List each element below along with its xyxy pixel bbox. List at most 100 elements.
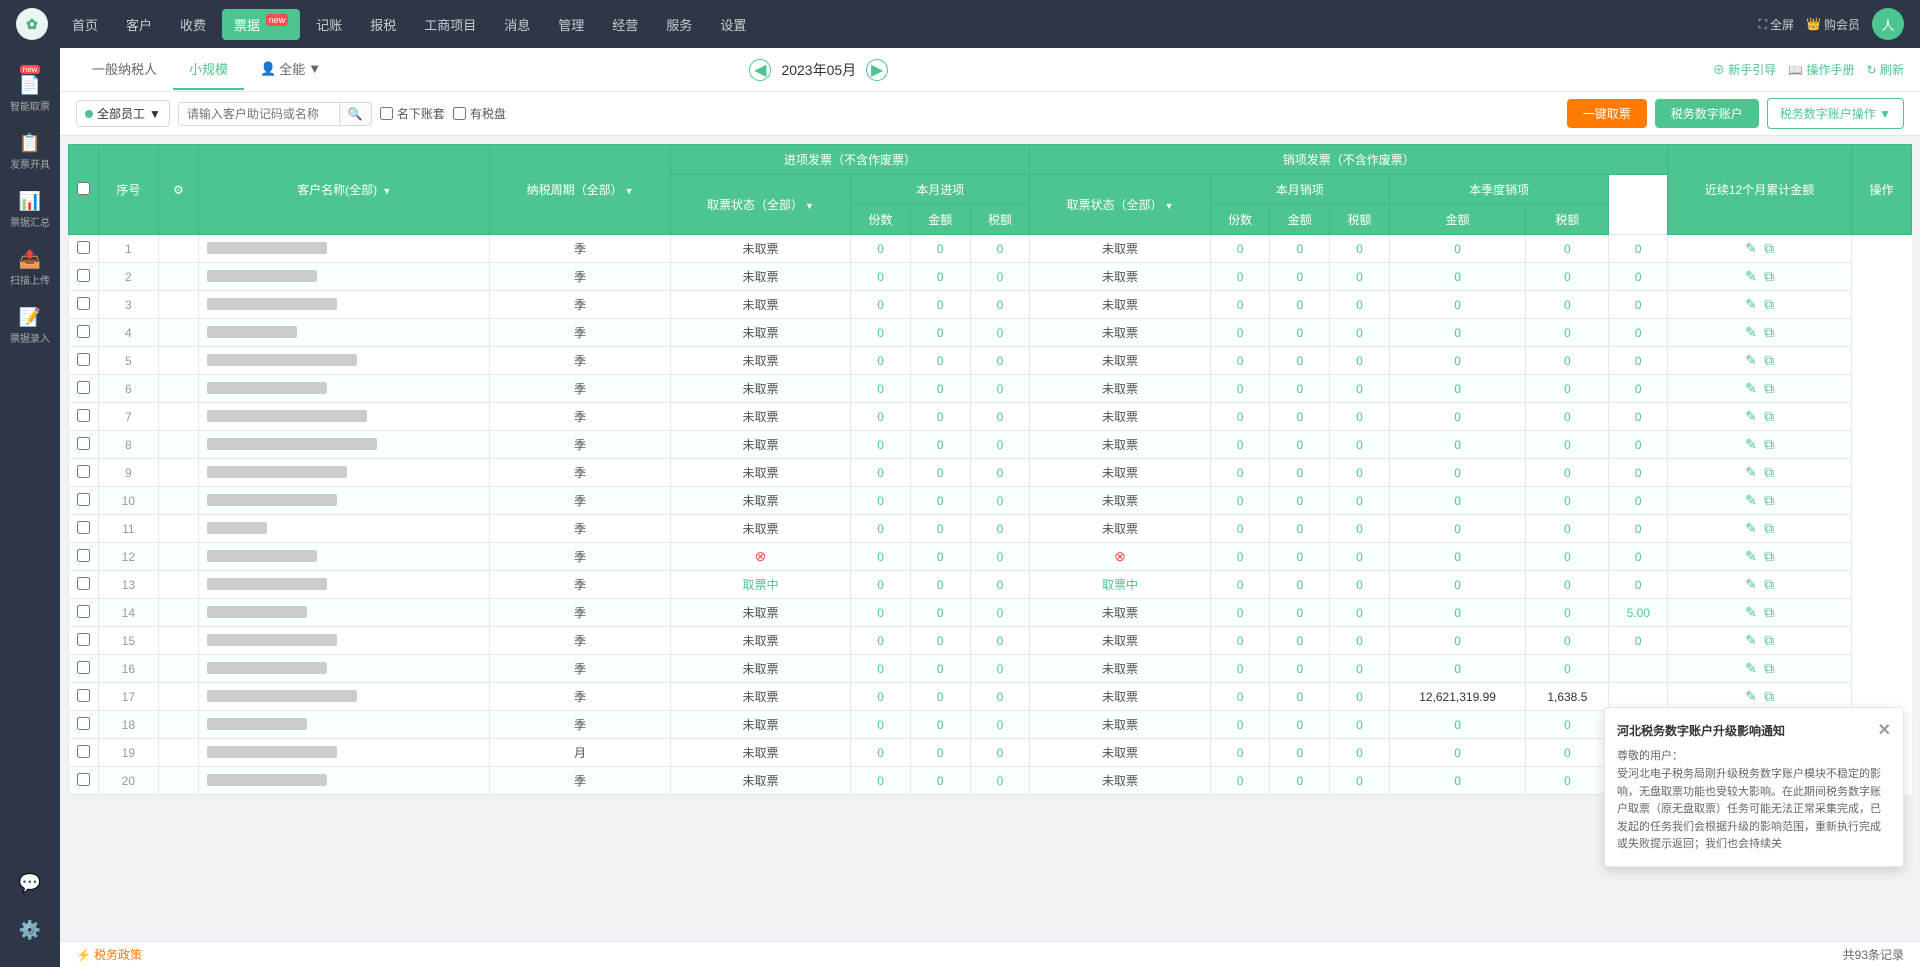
copy-button[interactable]: ⧉ [1764,604,1774,620]
cell-checkbox[interactable] [69,375,99,403]
select-all-checkbox[interactable] [77,182,90,195]
nav-message[interactable]: 消息 [492,9,542,40]
checkbox-sub-account-input[interactable] [380,107,393,120]
edit-button[interactable]: ✎ [1745,660,1757,676]
copy-button[interactable]: ⧉ [1764,632,1774,648]
oneclick-fetch-button[interactable]: 一键取票 [1567,99,1647,128]
th-out-fetch-status[interactable]: 取票状态（全部）▼ [1030,175,1210,235]
row-checkbox[interactable] [77,409,90,422]
copy-button[interactable]: ⧉ [1764,296,1774,312]
checkbox-has-taxdisk-input[interactable] [453,107,466,120]
row-checkbox[interactable] [77,465,90,478]
row-checkbox[interactable] [77,577,90,590]
cell-checkbox[interactable] [69,291,99,319]
edit-button[interactable]: ✎ [1745,576,1757,592]
cell-checkbox[interactable] [69,515,99,543]
member-button[interactable]: 👑 购会员 [1806,16,1860,33]
edit-button[interactable]: ✎ [1745,492,1757,508]
edit-button[interactable]: ✎ [1745,296,1757,312]
refresh-btn[interactable]: ↻ 刷新 [1867,61,1904,78]
sidebar-item-summary[interactable]: 📊 票据汇总 [4,183,56,237]
cell-checkbox[interactable] [69,655,99,683]
sidebar-item-scan-upload[interactable]: 📤 扫描上传 [4,241,56,295]
th-client-name[interactable]: 客户名称(全部) ▼ [199,145,490,235]
nav-home[interactable]: 首页 [60,9,110,40]
employee-select[interactable]: 全部员工 ▼ [76,100,170,127]
th-in-fetch-status[interactable]: 取票状态（全部）▼ [670,175,850,235]
popup-close-button[interactable]: ✕ [1878,720,1891,740]
sidebar-item-ticket-entry[interactable]: 📝 票据录入 [4,299,56,353]
cell-checkbox[interactable] [69,767,99,795]
edit-button[interactable]: ✎ [1745,688,1757,704]
copy-button[interactable]: ⧉ [1764,660,1774,676]
cell-checkbox[interactable] [69,459,99,487]
row-checkbox[interactable] [77,633,90,646]
new-guide-btn[interactable]: ⊕ 新手引导 [1713,61,1776,78]
row-checkbox[interactable] [77,241,90,254]
edit-button[interactable]: ✎ [1745,352,1757,368]
tab-small-scale[interactable]: 小规模 [173,49,244,90]
tab-general-taxpayer[interactable]: 一般纳税人 [76,49,173,90]
row-checkbox[interactable] [77,353,90,366]
copy-button[interactable]: ⧉ [1764,268,1774,284]
row-checkbox[interactable] [77,269,90,282]
search-button[interactable]: 🔍 [339,103,371,125]
cell-checkbox[interactable] [69,627,99,655]
copy-button[interactable]: ⧉ [1764,352,1774,368]
edit-button[interactable]: ✎ [1745,632,1757,648]
copy-button[interactable]: ⧉ [1764,492,1774,508]
row-checkbox[interactable] [77,689,90,702]
copy-button[interactable]: ⧉ [1764,408,1774,424]
digital-account-button[interactable]: 税务数字账户 [1655,99,1759,128]
copy-button[interactable]: ⧉ [1764,240,1774,256]
cell-checkbox[interactable] [69,319,99,347]
nav-service[interactable]: 服务 [654,9,704,40]
row-checkbox[interactable] [77,437,90,450]
nav-operations[interactable]: 经营 [600,9,650,40]
sidebar-item-open-invoice[interactable]: 📋 发票开具 [4,125,56,179]
nav-business[interactable]: 工商项目 [412,9,488,40]
cell-checkbox[interactable] [69,571,99,599]
tax-policy-link[interactable]: ⚡ 税务政策 [76,946,142,963]
row-checkbox[interactable] [77,381,90,394]
cell-checkbox[interactable] [69,347,99,375]
search-input[interactable] [179,103,339,125]
nav-client[interactable]: 客户 [114,9,164,40]
copy-button[interactable]: ⧉ [1764,520,1774,536]
cell-checkbox[interactable] [69,543,99,571]
nav-settings[interactable]: 设置 [708,9,758,40]
edit-button[interactable]: ✎ [1745,408,1757,424]
date-next-button[interactable]: ▶ [866,59,888,81]
row-checkbox[interactable] [77,773,90,786]
cell-checkbox[interactable] [69,739,99,767]
nav-tax[interactable]: 报税 [358,9,408,40]
sidebar-item-chat[interactable]: 💬 [4,865,56,904]
user-avatar[interactable]: 人 [1872,8,1904,40]
cell-checkbox[interactable] [69,599,99,627]
edit-button[interactable]: ✎ [1745,240,1757,256]
cell-checkbox[interactable] [69,235,99,263]
checkbox-has-taxdisk[interactable]: 有税盘 [453,105,506,122]
edit-button[interactable]: ✎ [1745,464,1757,480]
edit-button[interactable]: ✎ [1745,604,1757,620]
row-checkbox[interactable] [77,717,90,730]
digital-account-ops-button[interactable]: 税务数字账户操作 ▼ [1767,98,1904,129]
fullscreen-button[interactable]: ⛶ 全屏 [1759,16,1794,33]
row-checkbox[interactable] [77,605,90,618]
cell-checkbox[interactable] [69,403,99,431]
date-prev-button[interactable]: ◀ [749,59,771,81]
edit-button[interactable]: ✎ [1745,520,1757,536]
sidebar-item-settings[interactable]: ⚙️ [4,912,56,951]
copy-button[interactable]: ⧉ [1764,380,1774,396]
th-tax-period[interactable]: 纳税周期（全部）▼ [490,145,670,235]
row-checkbox[interactable] [77,745,90,758]
copy-button[interactable]: ⧉ [1764,576,1774,592]
row-checkbox[interactable] [77,493,90,506]
th-settings[interactable]: ⚙ [158,145,198,235]
row-checkbox[interactable] [77,325,90,338]
tab-full[interactable]: 👤 全能 ▼ [244,49,337,90]
manual-btn[interactable]: 📖 操作手册 [1788,61,1854,78]
copy-button[interactable]: ⧉ [1764,324,1774,340]
edit-button[interactable]: ✎ [1745,324,1757,340]
cell-checkbox[interactable] [69,263,99,291]
